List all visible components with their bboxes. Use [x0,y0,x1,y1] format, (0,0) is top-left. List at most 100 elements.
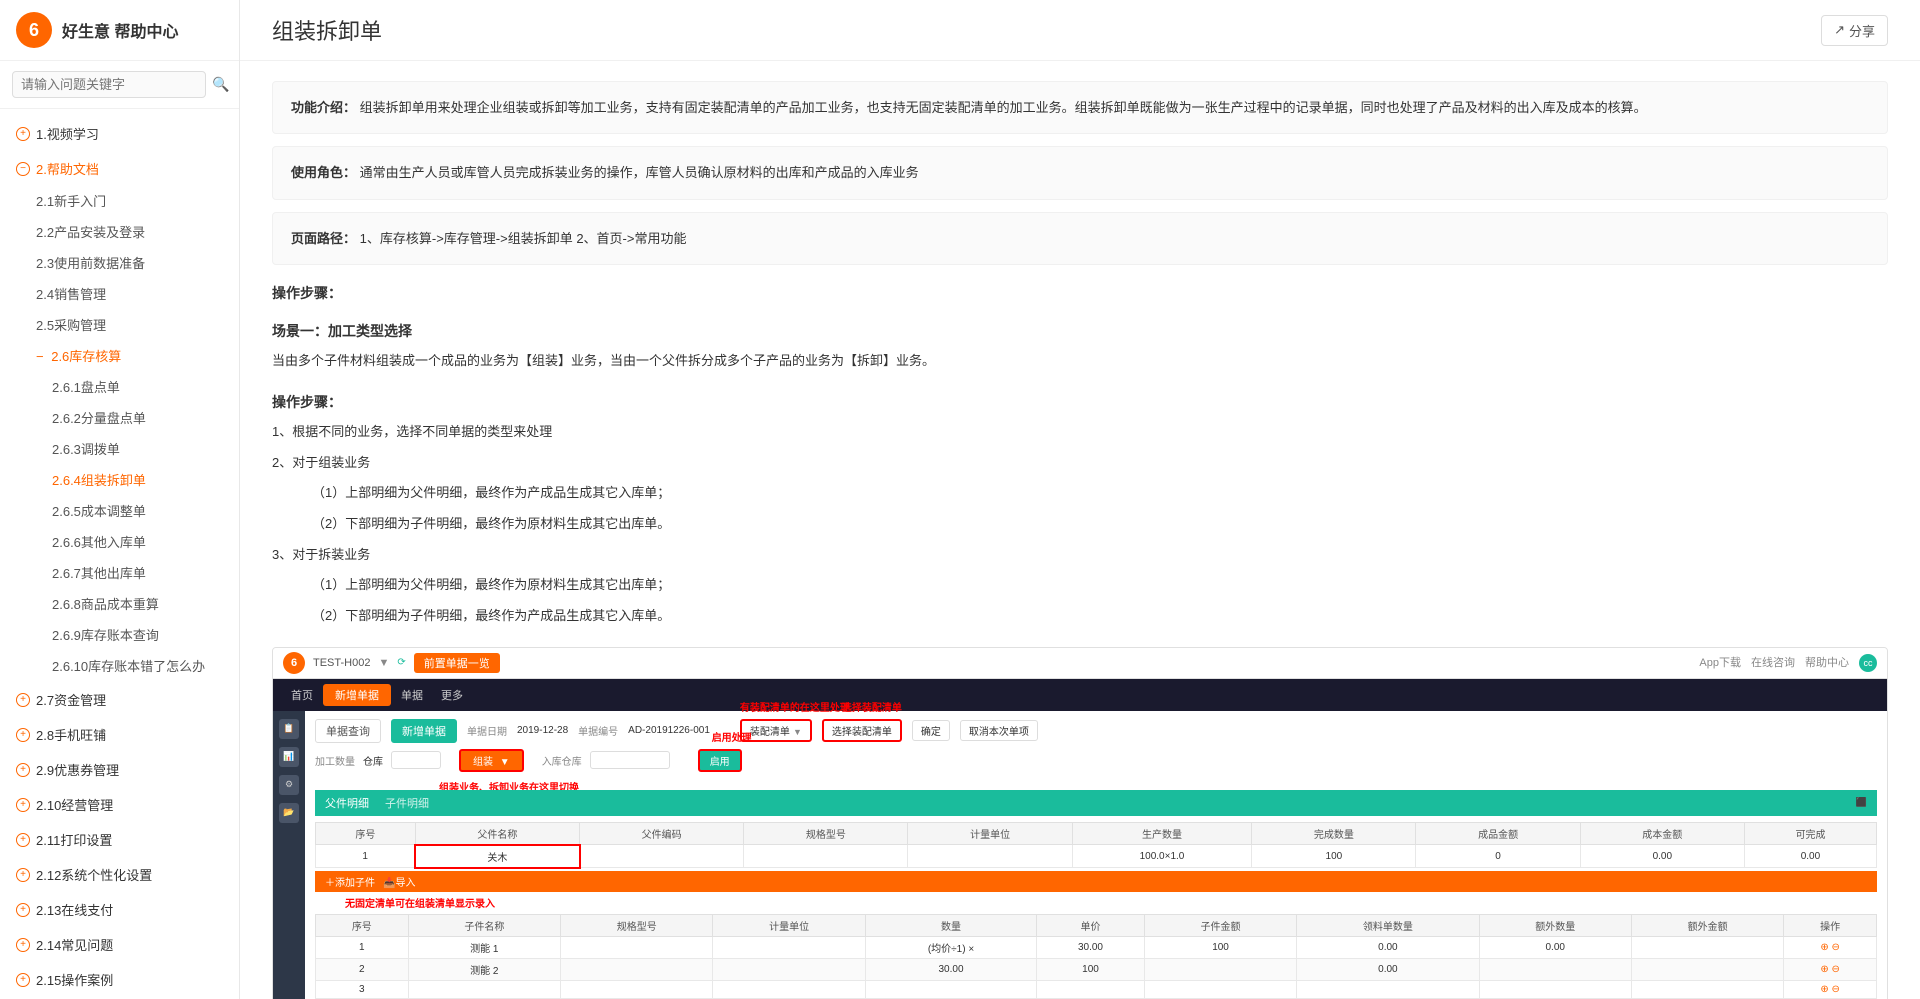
sidebar-item-cases[interactable]: + 2.15操作案例 [0,963,239,996]
sidebar-item-stocktake[interactable]: 2.6.1盘点单 [0,371,239,402]
side-icon-3[interactable]: ⚙ [279,775,299,795]
app-nav-more[interactable]: 更多 [433,683,471,707]
action-btn-confirm[interactable]: 确定 [912,720,950,741]
sidebar-item-help-docs[interactable]: − 2.帮助文档 [0,152,239,185]
logo-text: 好生意 帮助中心 [62,18,178,42]
sidebar-item-print[interactable]: + 2.11打印设置 [0,823,239,856]
form-tab-new[interactable]: 新增单据 [391,719,457,743]
annotation-text-4: 启用处理 [712,729,752,744]
screenshot-container: 6 TEST-H002 ▼ ⟳ 前置单据一览 App下载 在线咨询 帮助中心 c… [272,647,1888,999]
sidebar-item-other-out[interactable]: 2.6.7其他出库单 [0,557,239,588]
sidebar-item-newbie[interactable]: 2.1新手入门 [0,185,239,216]
app-form-area: 单据查询 新增单据 单据日期 2019-12-28 单据编号 AD-201912… [305,711,1887,999]
enable-btn[interactable]: 启用 [698,749,742,772]
action-btn-cancel[interactable]: 取消本次单项 [960,720,1038,741]
unit-value: 仓库 [363,753,383,768]
inventory-collapse-icon: − [36,349,44,364]
annotation-text-2: 选择装配清单 [842,699,902,714]
import-btn[interactable]: 📥导入 [383,874,415,889]
scene1-desc: 当由多个子件材料组装成一个成品的业务为【组装】业务，当由一个父件拆分成多个子产品… [272,349,1888,374]
enable-btn-area: 启用 启用处理 [698,749,742,772]
share-icon: ↗ [1834,22,1845,38]
expand-icon-2: + [16,693,30,707]
content-area: 功能介绍： 组装拆卸单用来处理企业组装或拆卸等加工业务，支持有固定装配清单的产品… [240,61,1920,999]
sidebar-item-assembly[interactable]: 2.6.4组装拆卸单 [0,464,239,495]
step1: 1、根据不同的业务，选择不同单据的类型来处理 [272,420,1888,445]
action-row: ＋添加子件 📥导入 无固定清单可在组装清单显示录入 [315,871,1877,892]
sidebar-item-other-in[interactable]: 2.6.6其他入库单 [0,526,239,557]
sidebar-item-faq[interactable]: + 2.14常见问题 [0,928,239,961]
sidebar-item-mobile[interactable]: + 2.8手机旺铺 [0,718,239,751]
share-button[interactable]: ↗ 分享 [1821,15,1888,46]
nav-group-coupon: + 2.9优惠券管理 [0,753,239,786]
search-input[interactable] [12,71,206,98]
app-download-link[interactable]: App下载 [1699,654,1741,672]
role-block: 使用角色： 通常由生产人员或库管人员完成拆装业务的操作，库管人员确认原材料的出库… [272,146,1888,199]
expand-icon-3: + [16,728,30,742]
add-row-btn[interactable]: ＋添加子件 [325,874,375,889]
sidebar-item-cost-adjust[interactable]: 2.6.5成本调整单 [0,495,239,526]
expand-icon: + [16,127,30,141]
side-icon-1[interactable]: 📋 [279,719,299,739]
sidebar-item-video-learning[interactable]: + 1.视频学习 [0,117,239,150]
app-logo-icon: 6 [283,652,305,674]
main-header: 组装拆卸单 ↗ 分享 [240,0,1920,61]
cell-parent-name: 关木 [415,845,579,868]
col-spec: 规格型号 [744,822,908,845]
side-icon-2[interactable]: 📊 [279,747,299,767]
select-bom-text: 选择装配清单 [832,727,892,738]
warehousein-input[interactable] [590,751,670,769]
select-bom-btn[interactable]: 选择装配清单 [822,719,902,742]
sidebar-item-ops[interactable]: + 2.10经营管理 [0,788,239,821]
warehousein-label: 入库仓库 [542,753,582,768]
sidebar-item-data-prep[interactable]: 2.3使用前数据准备 [0,247,239,278]
annotation-text-1: 有装配清单的在这里处理 [740,699,850,714]
app-nav-list[interactable]: 单据 [393,683,431,707]
step2-2: （2）下部明细为子件明细，最终作为原材料生成其它出库单。 [312,512,1888,537]
sidebar-item-payment[interactable]: + 2.13在线支付 [0,893,239,926]
col-seq: 序号 [316,822,416,845]
table-row: 1 测能 1 (均价÷1) × 30.00 100 0.00 0.00 [316,936,1877,958]
sidebar-item-install[interactable]: 2.2产品安装及登录 [0,216,239,247]
user-avatar[interactable]: cc [1859,654,1877,672]
expand-icon-5: + [16,798,30,812]
online-consult-link[interactable]: 在线咨询 [1751,654,1795,672]
sidebar-item-purchase[interactable]: 2.5采购管理 [0,309,239,340]
sidebar-item-inventory-error[interactable]: 2.6.10库存账本错了怎么办 [0,650,239,681]
child-item-tab[interactable]: 子件明细 [385,795,429,811]
sidebar-item-inventory-query[interactable]: 2.6.9库存账本查询 [0,619,239,650]
col-cost-amt: 成本金额 [1580,822,1744,845]
assembly-type-btn[interactable]: 组装 ▼ [459,749,524,772]
sidebar-item-personalize[interactable]: + 2.12系统个性化设置 [0,858,239,891]
sidebar-item-sales[interactable]: 2.4销售管理 [0,278,239,309]
search-icon[interactable]: 🔍 [212,76,229,93]
help-center-link[interactable]: 帮助中心 [1805,654,1849,672]
cell-spec [744,845,908,868]
app-nav-new[interactable]: 新增单据 [323,684,391,706]
ops-steps-title: 操作步骤： [272,392,1888,412]
sidebar-item-coupon[interactable]: + 2.9优惠券管理 [0,753,239,786]
expand-icon-10: + [16,973,30,987]
app-nav-home[interactable]: 首页 [283,683,321,707]
sidebar-item-finance[interactable]: + 2.7资金管理 [0,683,239,716]
sidebar-item-inventory[interactable]: − 2.6库存核算 [0,340,239,371]
sidebar-item-transfer[interactable]: 2.6.3调拨单 [0,433,239,464]
ops-title: 操作步骤： [272,283,1888,303]
sidebar-item-partial-stocktake[interactable]: 2.6.2分量盘点单 [0,402,239,433]
quantity-input[interactable] [391,751,441,769]
sidebar-item-cost-recalc[interactable]: 2.6.8商品成本重算 [0,588,239,619]
form-num-value: AD-20191226-001 [628,725,710,736]
parent-item-tab[interactable]: 父件明细 [325,795,369,811]
child-col-price: 单价 [1037,914,1145,936]
side-icon-4[interactable]: 📂 [279,803,299,823]
child-col-qty: 数量 [865,914,1036,936]
child-col-extra-amt: 额外金额 [1631,914,1783,936]
prereq-btn[interactable]: 前置单据一览 [414,653,500,673]
table-row: 2 测能 2 30.00 100 0.00 [316,958,1877,980]
cell-parent-code [580,845,744,868]
unit-label: 加工数量 [315,753,355,768]
child-col-spec: 规格型号 [561,914,713,936]
collapse-icon: − [16,162,30,176]
nav-group-docs: − 2.帮助文档 2.1新手入门 2.2产品安装及登录 2.3使用前数据准备 2… [0,152,239,681]
form-tab-query[interactable]: 单据查询 [315,719,381,743]
